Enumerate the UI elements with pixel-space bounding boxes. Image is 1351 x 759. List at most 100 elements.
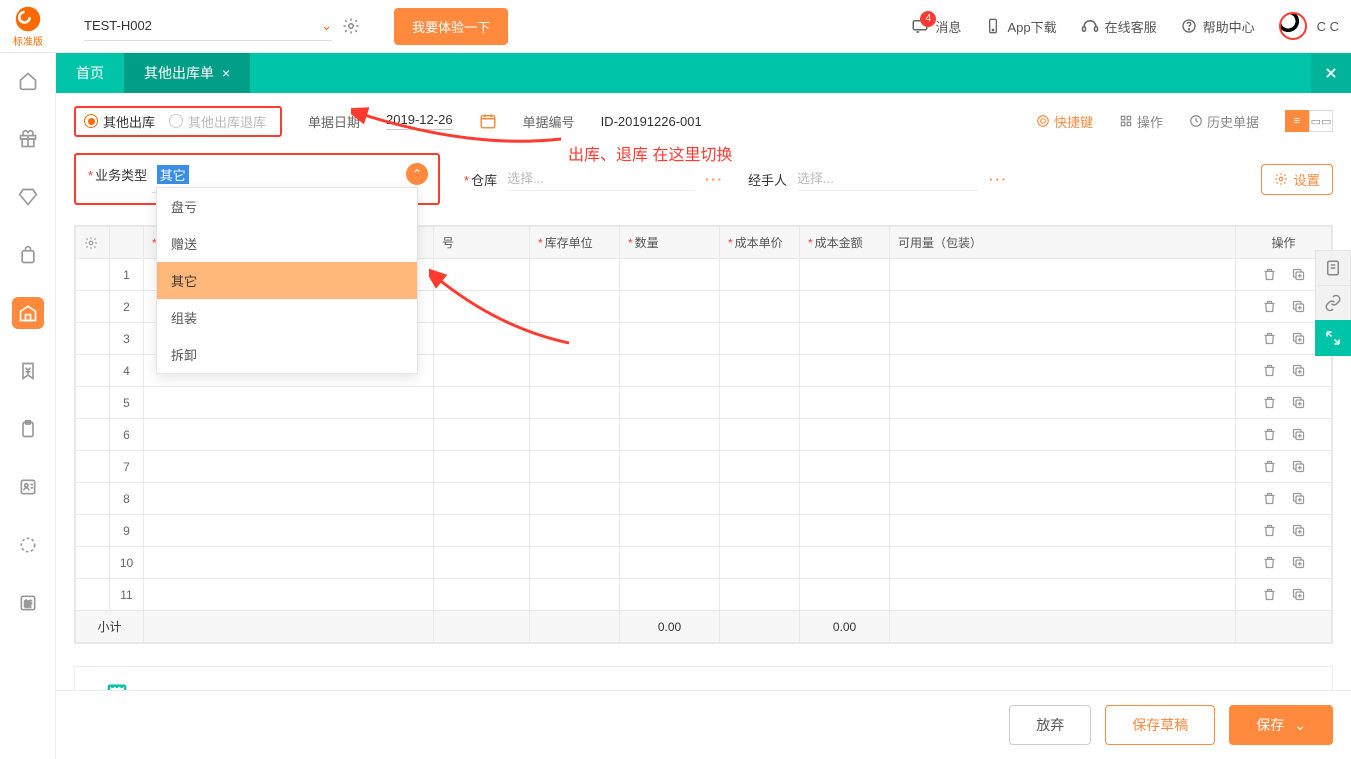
copy-icon[interactable] <box>1291 491 1306 506</box>
delete-icon[interactable] <box>1262 267 1277 282</box>
dropdown-item[interactable]: 赠送 <box>157 225 417 262</box>
copy-icon[interactable] <box>1291 395 1306 410</box>
copy-icon[interactable] <box>1291 331 1306 346</box>
delete-icon[interactable] <box>1262 363 1277 378</box>
help-center-link[interactable]: 帮助中心 <box>1181 17 1255 36</box>
side-tools <box>1315 250 1351 355</box>
rail-home-icon[interactable] <box>12 65 44 97</box>
delete-icon[interactable] <box>1262 395 1277 410</box>
col-unit-cost: *成本单价 <box>720 227 800 259</box>
table-row[interactable]: 9 <box>76 515 1332 547</box>
more-icon[interactable]: ··· <box>989 172 1008 187</box>
col-stock-unit: *库存单位 <box>530 227 620 259</box>
handler-select[interactable]: 选择... <box>797 168 979 191</box>
logo: 标准版 <box>0 5 56 48</box>
view-list-icon[interactable]: ≡ <box>1285 110 1309 132</box>
copy-icon[interactable] <box>1291 363 1306 378</box>
avatar[interactable] <box>1279 12 1307 40</box>
footer: 放弃 保存草稿 保存⌄ <box>56 690 1351 759</box>
side-link-icon[interactable] <box>1315 285 1351 321</box>
warehouse-filter[interactable]: *仓库 选择... ··· <box>464 168 724 191</box>
more-icon[interactable]: ··· <box>705 172 724 187</box>
user-name: C C <box>1317 19 1339 34</box>
dropdown-item[interactable]: 拆卸 <box>157 336 417 373</box>
dropdown-item[interactable]: 组装 <box>157 299 417 336</box>
delete-icon[interactable] <box>1262 555 1277 570</box>
tab-other-outbound[interactable]: 其他出库单 × <box>124 53 250 93</box>
settings-icon[interactable] <box>342 17 366 35</box>
rail-money-icon[interactable] <box>12 355 44 387</box>
messages-label: 消息 <box>935 17 961 36</box>
column-settings-button[interactable]: 设置 <box>1261 164 1333 195</box>
subtotal-amount: 0.00 <box>800 611 890 643</box>
rail-bag-icon[interactable] <box>12 239 44 271</box>
table-row[interactable]: 6 <box>76 419 1332 451</box>
handler-filter[interactable]: 经手人 选择... ··· <box>748 168 1008 191</box>
app-download-link[interactable]: App下载 <box>985 17 1056 36</box>
discard-button[interactable]: 放弃 <box>1009 705 1091 745</box>
table-row[interactable]: 10 <box>76 547 1332 579</box>
subtotal-row: 小计 0.00 0.00 <box>76 611 1332 643</box>
view-grid-icon[interactable]: ▭▭ <box>1309 110 1333 132</box>
delete-icon[interactable] <box>1262 427 1277 442</box>
copy-icon[interactable] <box>1291 523 1306 538</box>
copy-icon[interactable] <box>1291 459 1306 474</box>
radio-return[interactable]: 其他出库退库 <box>169 112 266 131</box>
top-bar: 标准版 TEST-H002 ⌄ 我要体验一下 消息 4 App下载 在线客服 帮… <box>0 0 1351 53</box>
rail-sync-icon[interactable] <box>12 529 44 561</box>
history-link[interactable]: 历史单据 <box>1189 112 1259 131</box>
app-download-label: App下载 <box>1007 17 1056 36</box>
side-note-icon[interactable] <box>1315 250 1351 286</box>
tab-bar: 首页 其他出库单 × <box>56 53 1351 93</box>
rail-diamond-icon[interactable] <box>12 181 44 213</box>
dropdown-item[interactable]: 盘亏 <box>157 188 417 225</box>
table-row[interactable]: 5 <box>76 387 1332 419</box>
tab-home[interactable]: 首页 <box>56 53 124 93</box>
org-select[interactable]: TEST-H002 ⌄ <box>84 12 332 41</box>
rail-warehouse-icon[interactable] <box>12 297 44 329</box>
copy-icon[interactable] <box>1291 587 1306 602</box>
rail-gift-icon[interactable] <box>12 123 44 155</box>
radio-outbound[interactable]: 其他出库 <box>84 112 155 131</box>
dropdown-item[interactable]: 其它 <box>157 262 417 299</box>
close-icon[interactable]: × <box>222 65 230 81</box>
type-switch-box: 其他出库 其他出库退库 <box>74 106 282 137</box>
delete-icon[interactable] <box>1262 523 1277 538</box>
rail-new-icon[interactable]: 新 <box>12 587 44 619</box>
content: 其他出库 其他出库退库 单据日期 2019-12-26 单据编号 ID-2019… <box>56 93 1351 690</box>
rail-clipboard-icon[interactable] <box>12 413 44 445</box>
side-expand-icon[interactable] <box>1315 320 1351 356</box>
shortcut-link[interactable]: 快捷键 <box>1036 112 1093 131</box>
table-row[interactable]: 11 <box>76 579 1332 611</box>
org-name: TEST-H002 <box>84 18 152 33</box>
table-row[interactable]: 7 <box>76 451 1332 483</box>
table-gear-icon[interactable] <box>76 227 110 259</box>
operate-link[interactable]: 操作 <box>1119 112 1163 131</box>
copy-icon[interactable] <box>1291 555 1306 570</box>
delete-icon[interactable] <box>1262 491 1277 506</box>
delete-icon[interactable] <box>1262 331 1277 346</box>
save-draft-button[interactable]: 保存草稿 <box>1105 705 1215 745</box>
logo-icon <box>14 5 42 33</box>
nav-rail: 新 <box>0 53 56 759</box>
messages-link[interactable]: 消息 4 <box>911 17 961 36</box>
delete-icon[interactable] <box>1262 299 1277 314</box>
try-button[interactable]: 我要体验一下 <box>394 8 508 45</box>
online-service-link[interactable]: 在线客服 <box>1081 17 1157 36</box>
col-available: 可用量（包装） <box>890 227 1236 259</box>
chevron-up-icon[interactable]: ⌃ <box>406 163 428 185</box>
rail-contact-icon[interactable] <box>12 471 44 503</box>
table-row[interactable]: 8 <box>76 483 1332 515</box>
copy-icon[interactable] <box>1291 427 1306 442</box>
delete-icon[interactable] <box>1262 459 1277 474</box>
delete-icon[interactable] <box>1262 587 1277 602</box>
chevron-down-icon: ⌄ <box>321 18 332 34</box>
remark-section: 备注信息 <box>74 666 1333 690</box>
copy-icon[interactable] <box>1291 299 1306 314</box>
save-button[interactable]: 保存⌄ <box>1229 705 1333 745</box>
copy-icon[interactable] <box>1291 267 1306 282</box>
warehouse-select[interactable]: 选择... <box>507 168 695 191</box>
chevron-down-icon: ⌄ <box>1294 717 1306 734</box>
tab-label: 其他出库单 <box>144 63 214 83</box>
close-all-tabs[interactable] <box>1311 53 1351 93</box>
